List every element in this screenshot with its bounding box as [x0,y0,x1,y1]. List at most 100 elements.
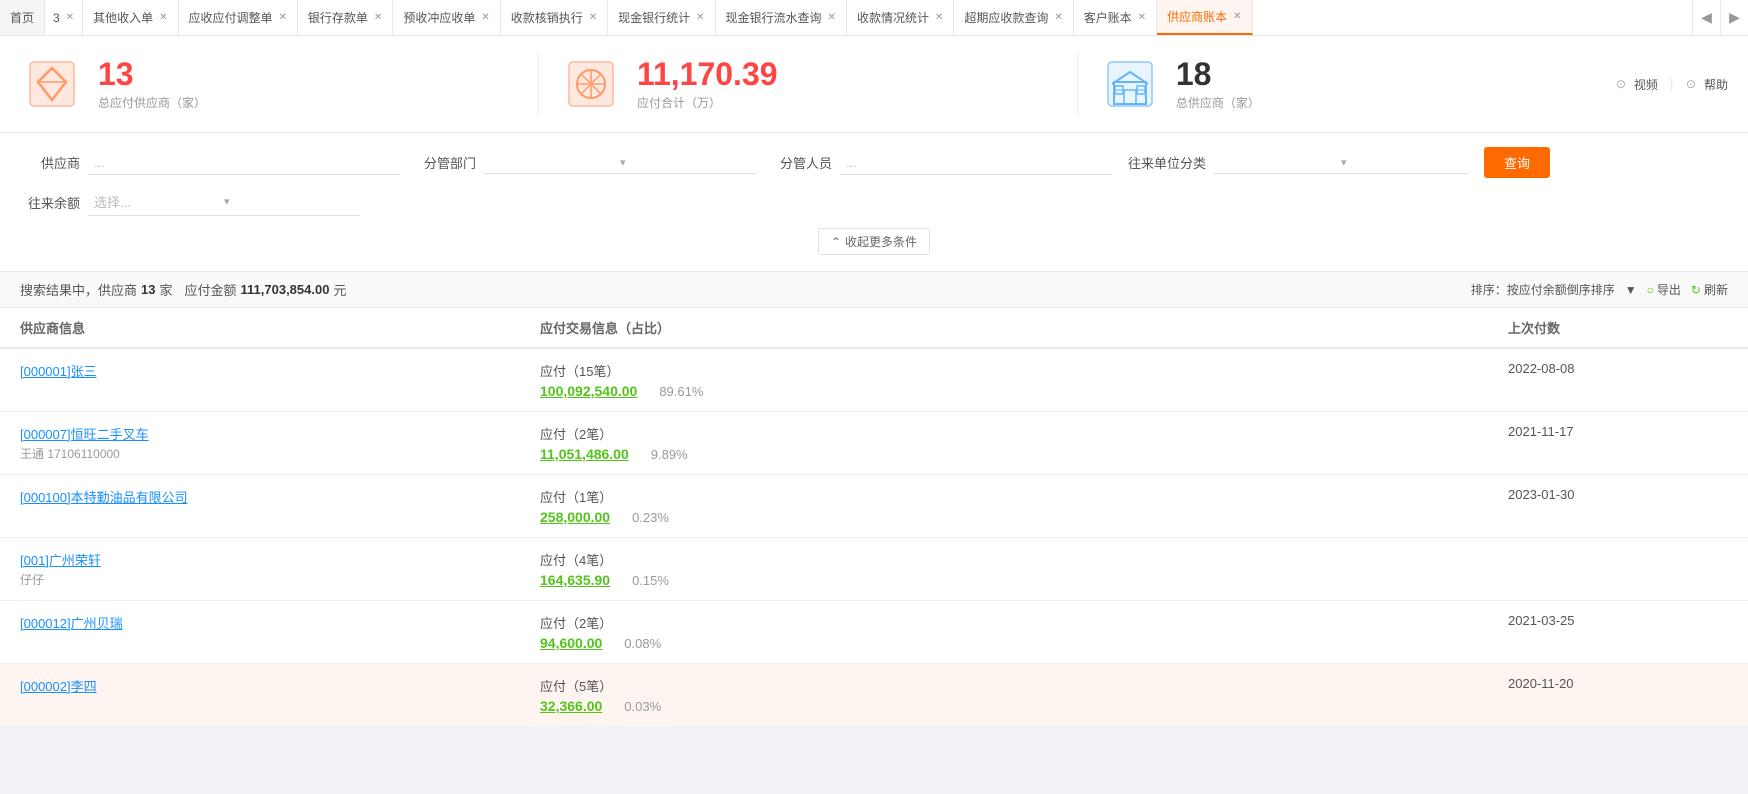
close-tab-collect-stat[interactable]: ✕ [935,12,943,23]
table-header: 供应商信息 应付交易信息（占比） 上次付数 [0,308,1748,349]
total-suppliers-label: 总供应商（家） [1176,94,1260,111]
supplier-link-6[interactable]: [000002]李四 [20,676,540,695]
nav-tab-bank-deposit[interactable]: 银行存款单 ✕ [298,0,393,35]
summary-section: 13 总应付供应商（家） 11,170.39 应付合计（万） [0,36,1748,133]
close-tab-cash-bank-flow[interactable]: ✕ [828,12,836,23]
payable-suppliers-label: 总应付供应商（家） [98,94,206,111]
close-tab-overdue-query[interactable]: ✕ [1054,12,1062,23]
last-payment-5: 2021-03-25 [1508,613,1728,628]
trans-amount-1[interactable]: 100,092,540.00 [540,383,637,399]
nav-tab-bank-deposit-label: 银行存款单 [308,9,368,26]
dept-select[interactable]: ▾ [484,152,756,174]
sort-icon: ▼ [1625,283,1637,297]
nav-tab-collect-stat-label: 收款情况统计 [857,9,929,26]
video-icon: ⊙ [1616,77,1626,91]
col-header-supplier: 供应商信息 [20,318,540,337]
collapse-button[interactable]: ⌃ 收起更多条件 [818,228,930,255]
trans-amount-2[interactable]: 11,051,486.00 [540,446,629,462]
ap-total-amount: 11,170.39 [637,58,778,90]
transaction-info-4: 应付（4笔） 164,635.90 0.15% [540,550,1508,588]
nav-tab-cash-bank-stat[interactable]: 现金银行统计 ✕ [608,0,715,35]
supplier-link-4[interactable]: [001]广州荣轩 [20,550,540,569]
close-tab-bank-deposit[interactable]: ✕ [374,12,382,23]
trans-label-1: 应付（15笔） [540,361,1508,380]
video-link[interactable]: 视频 [1634,76,1658,93]
nav-tab-supplier-account[interactable]: 供应商账本 ✕ [1157,0,1252,35]
transaction-info-2: 应付（2笔） 11,051,486.00 9.89% [540,424,1508,462]
refresh-label: 刷新 [1704,281,1728,298]
nav-tab-collect-verify-label: 收款核销执行 [511,9,583,26]
supplier-info-3: [000100]本特勤油品有限公司 [20,487,540,506]
nav-left-arrow[interactable]: ◀ [1692,0,1720,36]
help-icon: ⊙ [1686,77,1696,91]
export-button[interactable]: ○ 导出 [1647,281,1681,298]
nav-right-arrow[interactable]: ▶ [1720,0,1748,36]
top-right-links: ⊙ 视频 ｜ ⊙ 帮助 [1616,76,1728,93]
trans-amount-3[interactable]: 258,000.00 [540,509,610,525]
nav-tab-advance-collect[interactable]: 预收冲应收单 ✕ [393,0,500,35]
table-row: [001]广州荣轩 仔仔 应付（4笔） 164,635.90 0.15% [0,538,1748,601]
close-tab-cash-bank-stat[interactable]: ✕ [696,12,704,23]
nav-tab-other-income[interactable]: 其他收入单 ✕ [83,0,178,35]
export-icon: ○ [1647,283,1654,297]
balance-placeholder: 选择... [94,192,224,211]
close-tab-supplier-account[interactable]: ✕ [1233,11,1241,22]
nav-tab-3[interactable]: 3 ✕ [45,0,83,35]
nav-tab-ap-adjust[interactable]: 应收应付调整单 ✕ [179,0,298,35]
trans-percent-3: 0.23% [632,510,669,525]
nav-tab-home[interactable]: 首页 [0,0,45,35]
collapse-row: ⌃ 收起更多条件 [20,226,1728,261]
nav-tab-ap-adjust-label: 应收应付调整单 [189,9,273,26]
trans-amount-4[interactable]: 164,635.90 [540,572,610,588]
nav-tab-home-label: 首页 [10,9,34,26]
supplier-input[interactable] [88,151,400,175]
collapse-icon: ⌃ [831,235,841,249]
trans-percent-4: 0.15% [632,573,669,588]
close-tab-customer-account[interactable]: ✕ [1138,12,1146,23]
nav-tab-collect-stat[interactable]: 收款情况统计 ✕ [847,0,954,35]
balance-select[interactable]: 选择... ▾ [88,188,360,216]
filter-row-1: 供应商 分管部门 ▾ 分管人员 往来单位分类 ▾ 查询 [20,147,1728,178]
ap-total-label: 应付合计（万） [637,94,778,111]
diamond-icon [20,52,84,116]
trans-label-6: 应付（5笔） [540,676,1508,695]
category-select[interactable]: ▾ [1214,152,1468,174]
nav-tab-cash-bank-flow[interactable]: 现金银行流水查询 ✕ [716,0,847,35]
close-tab-ap-adjust[interactable]: ✕ [279,12,287,23]
filter-section: 供应商 分管部门 ▾ 分管人员 往来单位分类 ▾ 查询 [0,133,1748,272]
supplier-link-2[interactable]: [000007]恒旺二手叉车 [20,424,540,443]
supplier-link-3[interactable]: [000100]本特勤油品有限公司 [20,487,540,506]
category-chevron-icon: ▾ [1341,156,1462,169]
payable-suppliers-info: 13 总应付供应商（家） [98,58,206,111]
supplier-info-1: [000001]张三 [20,361,540,380]
collapse-label: 收起更多条件 [845,233,917,250]
close-tab-3[interactable]: ✕ [66,12,74,23]
close-tab-other-income[interactable]: ✕ [159,12,167,23]
trans-label-4: 应付（4笔） [540,550,1508,569]
person-input[interactable] [840,151,1112,175]
result-bar: 搜索结果中，供应商 13 家 应付金额 111,703,854.00 元 排序：… [0,272,1748,308]
trans-amount-6[interactable]: 32,366.00 [540,698,602,714]
supplier-sub-2: 王通 17106110000 [20,445,540,462]
trans-label-5: 应付（2笔） [540,613,1508,632]
refresh-icon: ↻ [1691,283,1701,297]
trans-amount-5[interactable]: 94,600.00 [540,635,602,651]
close-tab-collect-verify[interactable]: ✕ [589,12,597,23]
supplier-link-1[interactable]: [000001]张三 [20,361,540,380]
sort-label[interactable]: 排序：按应付余额倒序排序 [1471,281,1615,298]
filter-dept: 分管部门 ▾ [416,152,756,174]
trans-label-2: 应付（2笔） [540,424,1508,443]
refresh-button[interactable]: ↻ 刷新 [1691,281,1728,298]
nav-tab-customer-account[interactable]: 客户账本 ✕ [1074,0,1157,35]
dept-label: 分管部门 [416,153,476,172]
help-link[interactable]: 帮助 [1704,76,1728,93]
nav-tab-overdue-query[interactable]: 超期应收款查询 ✕ [954,0,1073,35]
supplier-info-2: [000007]恒旺二手叉车 王通 17106110000 [20,424,540,462]
nav-tab-collect-verify[interactable]: 收款核销执行 ✕ [501,0,608,35]
supplier-link-5[interactable]: [000012]广州贝瑞 [20,613,540,632]
nav-tab-customer-account-label: 客户账本 [1084,9,1132,26]
close-tab-advance-collect[interactable]: ✕ [481,12,489,23]
last-payment-2: 2021-11-17 [1508,424,1728,439]
query-button[interactable]: 查询 [1484,147,1550,178]
supplier-info-5: [000012]广州贝瑞 [20,613,540,632]
